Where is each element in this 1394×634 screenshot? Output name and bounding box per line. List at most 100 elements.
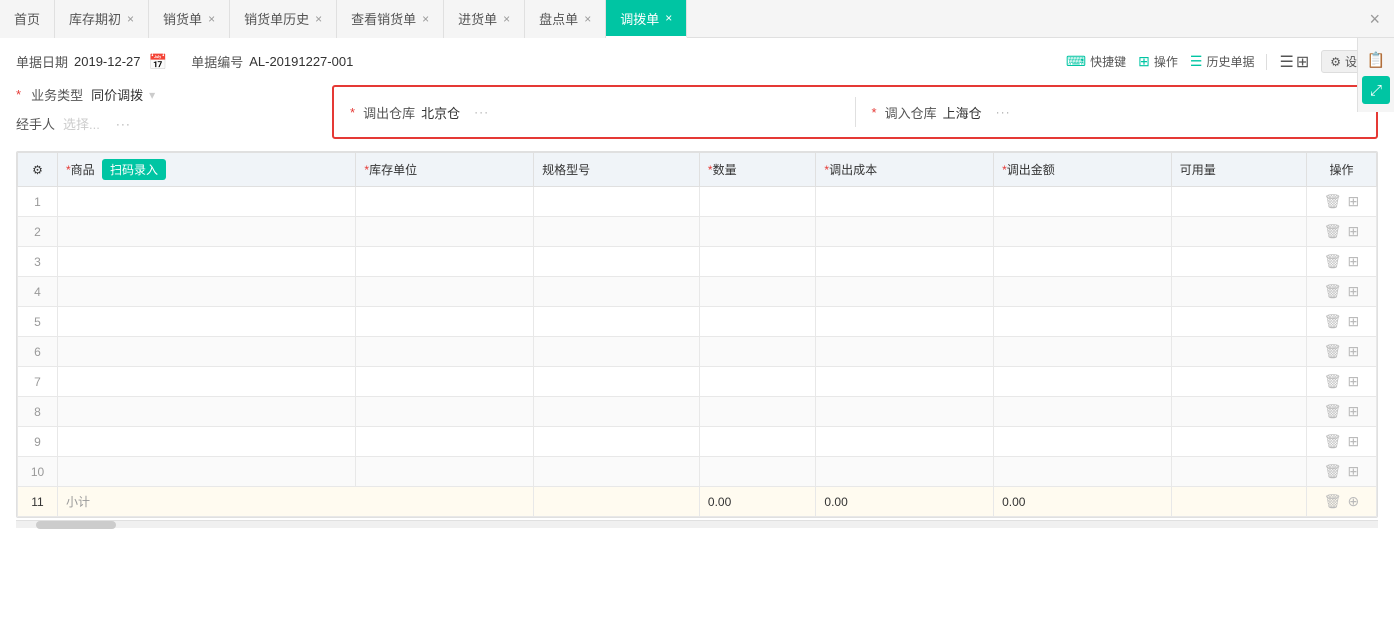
tab-home[interactable]: 首页 (0, 0, 55, 38)
tab-purchase-order[interactable]: 进货单 × (444, 0, 525, 38)
biz-type-dropdown-icon[interactable]: ▾ (149, 88, 155, 102)
copy-row-icon-9[interactable]: ⊞ (1348, 433, 1360, 450)
row-goods-4[interactable] (58, 277, 356, 307)
row-goods-10[interactable] (58, 457, 356, 487)
history-btn[interactable]: ☰ 历史单据 (1190, 53, 1255, 70)
delete-row-icon-6[interactable]: 🗑 (1324, 343, 1342, 360)
tab-transfer-close[interactable]: × (665, 11, 672, 25)
row-goods-8[interactable] (58, 397, 356, 427)
row-unit-6[interactable] (356, 337, 534, 367)
row-amount-8[interactable] (994, 397, 1172, 427)
scan-entry-button[interactable]: 扫码录入 (102, 159, 166, 180)
row-goods-2[interactable] (58, 217, 356, 247)
copy-row-icon-6[interactable]: ⊞ (1348, 343, 1360, 360)
row-spec-6[interactable] (534, 337, 700, 367)
row-goods-9[interactable] (58, 427, 356, 457)
row-cost-3[interactable] (816, 247, 994, 277)
row-amount-10[interactable] (994, 457, 1172, 487)
row-qty-7[interactable] (699, 367, 816, 397)
biz-type-select[interactable]: 同价调拨 ▾ (91, 85, 155, 104)
tab-sales-order[interactable]: 销货单 × (149, 0, 230, 38)
row-spec-9[interactable] (534, 427, 700, 457)
row-unit-10[interactable] (356, 457, 534, 487)
row-available-10[interactable] (1171, 457, 1306, 487)
row-unit-5[interactable] (356, 307, 534, 337)
row-unit-9[interactable] (356, 427, 534, 457)
row-available-8[interactable] (1171, 397, 1306, 427)
row-goods-6[interactable] (58, 337, 356, 367)
in-warehouse-more-btn[interactable]: ··· (996, 105, 1011, 119)
copy-row-icon-7[interactable]: ⊞ (1348, 373, 1360, 390)
row-spec-5[interactable] (534, 307, 700, 337)
row-qty-6[interactable] (699, 337, 816, 367)
delete-row-icon-10[interactable]: 🗑 (1324, 463, 1342, 480)
tab-sales-history[interactable]: 销货单历史 × (230, 0, 337, 38)
row-unit-4[interactable] (356, 277, 534, 307)
tab-inventory-init[interactable]: 库存期初 × (55, 0, 149, 38)
row-available-2[interactable] (1171, 217, 1306, 247)
copy-row-icon-4[interactable]: ⊞ (1348, 283, 1360, 300)
row-spec-4[interactable] (534, 277, 700, 307)
row-qty-8[interactable] (699, 397, 816, 427)
copy-row-icon-2[interactable]: ⊞ (1348, 223, 1360, 240)
row-cost-9[interactable] (816, 427, 994, 457)
row-qty-3[interactable] (699, 247, 816, 277)
tab-transfer[interactable]: 调拨单 × (606, 0, 687, 38)
copy-row-icon-8[interactable]: ⊞ (1348, 403, 1360, 420)
copy-icon[interactable]: ⊕ (1348, 493, 1360, 510)
row-cost-8[interactable] (816, 397, 994, 427)
delete-row-icon-8[interactable]: 🗑 (1324, 403, 1342, 420)
date-value[interactable]: 2019-12-27 (74, 54, 141, 69)
row-available-1[interactable] (1171, 187, 1306, 217)
calendar-icon[interactable]: 📅 (149, 53, 168, 71)
row-amount-4[interactable] (994, 277, 1172, 307)
delete-row-icon-3[interactable]: 🗑 (1324, 253, 1342, 270)
notes-sidebar-btn[interactable]: 📋 (1362, 46, 1390, 74)
row-available-3[interactable] (1171, 247, 1306, 277)
layout-lines-icon[interactable]: ☰ (1279, 52, 1293, 72)
copy-row-icon-3[interactable]: ⊞ (1348, 253, 1360, 270)
row-cost-4[interactable] (816, 277, 994, 307)
delete-row-icon-4[interactable]: 🗑 (1324, 283, 1342, 300)
row-amount-7[interactable] (994, 367, 1172, 397)
row-goods-3[interactable] (58, 247, 356, 277)
row-amount-2[interactable] (994, 217, 1172, 247)
delete-row-icon-1[interactable]: 🗑 (1324, 193, 1342, 210)
copy-row-icon-10[interactable]: ⊞ (1348, 463, 1360, 480)
row-available-4[interactable] (1171, 277, 1306, 307)
row-spec-2[interactable] (534, 217, 700, 247)
row-amount-3[interactable] (994, 247, 1172, 277)
horizontal-scrollbar[interactable] (16, 520, 1378, 528)
copy-row-icon-1[interactable]: ⊞ (1348, 193, 1360, 210)
row-cost-10[interactable] (816, 457, 994, 487)
row-amount-5[interactable] (994, 307, 1172, 337)
tab-purchase-order-close[interactable]: × (503, 12, 510, 26)
row-cost-1[interactable] (816, 187, 994, 217)
row-qty-4[interactable] (699, 277, 816, 307)
row-cost-5[interactable] (816, 307, 994, 337)
tab-inventory-init-close[interactable]: × (127, 12, 134, 26)
copy-row-icon-5[interactable]: ⊞ (1348, 313, 1360, 330)
row-unit-8[interactable] (356, 397, 534, 427)
tab-stocktake-close[interactable]: × (584, 12, 591, 26)
row-goods-5[interactable] (58, 307, 356, 337)
delete-icon[interactable]: 🗑 (1324, 493, 1342, 510)
row-unit-7[interactable] (356, 367, 534, 397)
row-cost-7[interactable] (816, 367, 994, 397)
operator-input[interactable]: 选择... (63, 114, 100, 133)
row-spec-7[interactable] (534, 367, 700, 397)
tab-view-sales[interactable]: 查看销货单 × (337, 0, 444, 38)
row-qty-1[interactable] (699, 187, 816, 217)
row-available-7[interactable] (1171, 367, 1306, 397)
row-available-5[interactable] (1171, 307, 1306, 337)
row-unit-2[interactable] (356, 217, 534, 247)
expand-sidebar-btn[interactable]: ⤢ (1362, 76, 1390, 104)
th-settings[interactable]: ⚙ (18, 153, 58, 187)
out-warehouse-more-btn[interactable]: ··· (474, 105, 489, 119)
tab-view-sales-close[interactable]: × (422, 12, 429, 26)
operator-more-btn[interactable]: ··· (116, 117, 131, 131)
row-cost-2[interactable] (816, 217, 994, 247)
row-spec-10[interactable] (534, 457, 700, 487)
row-qty-5[interactable] (699, 307, 816, 337)
row-amount-9[interactable] (994, 427, 1172, 457)
